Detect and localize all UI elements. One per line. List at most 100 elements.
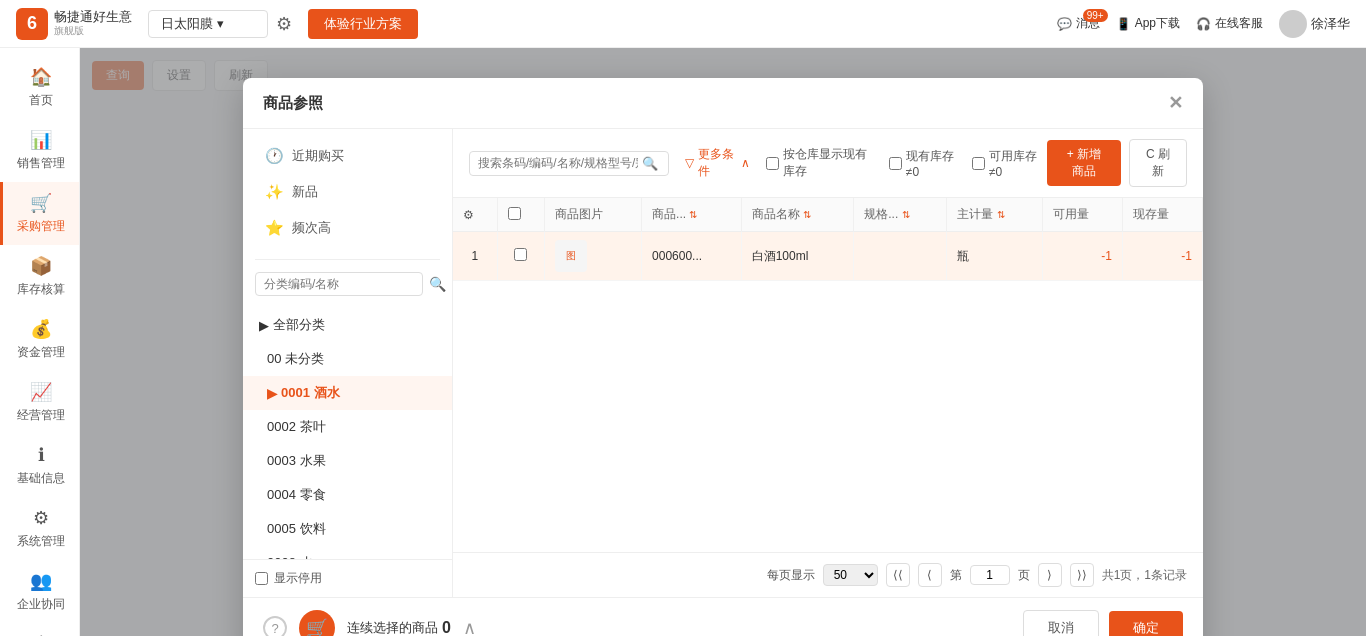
code-label: 商品...	[652, 207, 686, 221]
tenant-selector[interactable]: 日太阳膜 ▾	[148, 10, 268, 38]
category-item-5[interactable]: 0005 饮料	[243, 512, 452, 546]
row-name: 白酒100ml	[741, 232, 854, 281]
more-filters-button[interactable]: ▽ 更多条件 ∧	[677, 142, 758, 184]
product-search-box: 🔍	[469, 151, 669, 176]
help-icon[interactable]: ?	[263, 616, 287, 636]
category-label: 全部分类	[273, 316, 325, 334]
current-stock-checkbox-label[interactable]: 现有库存≠0	[889, 148, 956, 179]
column-spec[interactable]: 规格... ⇅	[854, 198, 947, 232]
next-page-button[interactable]: ⟩	[1038, 563, 1062, 587]
sidebar-item-home[interactable]: 🏠 首页	[0, 56, 79, 119]
home-icon: 🏠	[30, 66, 52, 88]
sidebar-item-inventory[interactable]: 📦 库存核算	[0, 245, 79, 308]
username: 徐泽华	[1311, 15, 1350, 33]
available-stock-label: 可用库存≠0	[989, 148, 1039, 179]
page-size-select[interactable]: 20 50 100	[823, 564, 878, 586]
sidebar-item-guide[interactable]: 🎓 新手引导	[0, 623, 79, 636]
sidebar-item-finance[interactable]: 💰 资金管理	[0, 308, 79, 371]
table-row[interactable]: 1 图	[453, 232, 1203, 281]
sidebar-item-purchase[interactable]: 🛒 采购管理	[0, 182, 79, 245]
avatar	[1279, 10, 1307, 38]
logo-area: 6 畅捷通好生意 旗舰版	[16, 8, 132, 40]
product-search-input[interactable]	[478, 156, 638, 170]
collapse-icon[interactable]: ∧	[463, 617, 476, 636]
recent-icon: 🕐	[265, 147, 284, 165]
sidebar-item-operations[interactable]: 📈 经营管理	[0, 371, 79, 434]
column-available: 可用量	[1043, 198, 1123, 232]
add-product-button[interactable]: + 新增商品	[1047, 140, 1121, 186]
sort-icon: ⇅	[997, 209, 1005, 220]
row-code: 000600...	[642, 232, 742, 281]
sidebar-item-basic[interactable]: ℹ 基础信息	[0, 434, 79, 497]
new-product-item[interactable]: ✨ 新品	[255, 175, 440, 209]
cancel-button[interactable]: 取消	[1023, 610, 1099, 636]
unit-label: 主计量	[957, 207, 993, 221]
product-table: ⚙ 商品图片 商品... ⇅ 商品名称	[453, 198, 1203, 281]
service-nav-item[interactable]: 🎧 在线客服	[1196, 15, 1263, 32]
inventory-icon: 📦	[30, 255, 52, 277]
row-available: -1	[1043, 232, 1123, 281]
warehouse-stock-checkbox[interactable]	[766, 157, 779, 170]
category-item-6[interactable]: 0008 水	[243, 546, 452, 559]
app-download-nav-item[interactable]: 📱 App下载	[1116, 15, 1180, 32]
page-number-input[interactable]	[970, 565, 1010, 585]
high-freq-label: 频次高	[292, 219, 331, 237]
trial-button[interactable]: 体验行业方案	[308, 9, 418, 39]
show-disabled-checkbox[interactable]	[255, 572, 268, 585]
message-nav-item[interactable]: 💬 消息 99+	[1057, 15, 1100, 32]
high-frequency-item[interactable]: ⭐ 频次高	[255, 211, 440, 245]
category-item-2[interactable]: 0002 茶叶	[243, 410, 452, 444]
prev-page-button[interactable]: ⟨	[918, 563, 942, 587]
sidebar-item-enterprise[interactable]: 👥 企业协同	[0, 560, 79, 623]
app-label: App下载	[1135, 15, 1180, 32]
user-nav-item[interactable]: 徐泽华	[1279, 10, 1350, 38]
last-page-button[interactable]: ⟩⟩	[1070, 563, 1094, 587]
category-label: 0001 酒水	[281, 384, 340, 402]
column-code[interactable]: 商品... ⇅	[642, 198, 742, 232]
category-search-icon[interactable]: 🔍	[429, 276, 446, 292]
select-all-checkbox[interactable]	[508, 207, 521, 220]
category-item-4[interactable]: 0004 零食	[243, 478, 452, 512]
category-item-0[interactable]: 00 未分类	[243, 342, 452, 376]
nav-right: 💬 消息 99+ 📱 App下载 🎧 在线客服 徐泽华	[1057, 10, 1350, 38]
refresh-button[interactable]: C 刷新	[1129, 139, 1187, 187]
show-disabled-label[interactable]: 显示停用	[274, 570, 322, 587]
product-image: 图	[555, 240, 587, 272]
message-badge: 99+	[1083, 9, 1108, 22]
chevron-down-icon: ▾	[217, 16, 224, 31]
modal-close-button[interactable]: ✕	[1168, 92, 1183, 114]
product-table-area: ⚙ 商品图片 商品... ⇅ 商品名称	[453, 198, 1203, 552]
category-item-all[interactable]: ▶ 全部分类	[243, 308, 452, 342]
system-icon: ⚙	[33, 507, 49, 529]
sidebar-item-system[interactable]: ⚙ 系统管理	[0, 497, 79, 560]
available-stock-checkbox[interactable]	[972, 157, 985, 170]
current-stock-checkbox[interactable]	[889, 157, 902, 170]
recent-purchase-item[interactable]: 🕐 近期购买	[255, 139, 440, 173]
first-page-button[interactable]: ⟨⟨	[886, 563, 910, 587]
finance-icon: 💰	[30, 318, 52, 340]
row-checkbox[interactable]	[514, 248, 527, 261]
category-search-input[interactable]	[255, 272, 423, 296]
warehouse-stock-checkbox-label[interactable]: 按仓库显示现有库存	[766, 146, 873, 180]
category-item-3[interactable]: 0003 水果	[243, 444, 452, 478]
confirm-button[interactable]: 确定	[1109, 611, 1183, 636]
search-icon[interactable]: 🔍	[642, 156, 658, 171]
available-stock-checkbox-label[interactable]: 可用库存≠0	[972, 148, 1039, 179]
purchase-icon: 🛒	[30, 192, 52, 214]
column-settings[interactable]: ⚙	[453, 198, 497, 232]
modal-title: 商品参照	[263, 94, 323, 113]
column-name[interactable]: 商品名称 ⇅	[741, 198, 854, 232]
cart-count: 0	[442, 619, 451, 636]
divider-1	[255, 259, 440, 260]
page-size-label: 每页显示	[767, 567, 815, 584]
category-label: 00 未分类	[267, 350, 324, 368]
sidebar-label-operations: 经营管理	[17, 407, 65, 424]
cart-button[interactable]: 🛒	[299, 610, 335, 636]
sidebar-item-sales[interactable]: 📊 销售管理	[0, 119, 79, 182]
message-icon: 💬	[1057, 17, 1072, 31]
category-item-1[interactable]: ▶ 0001 酒水	[243, 376, 452, 410]
gear-icon[interactable]: ⚙	[276, 13, 292, 35]
sales-icon: 📊	[30, 129, 52, 151]
column-unit[interactable]: 主计量 ⇅	[947, 198, 1043, 232]
row-checkbox-cell	[497, 232, 545, 281]
